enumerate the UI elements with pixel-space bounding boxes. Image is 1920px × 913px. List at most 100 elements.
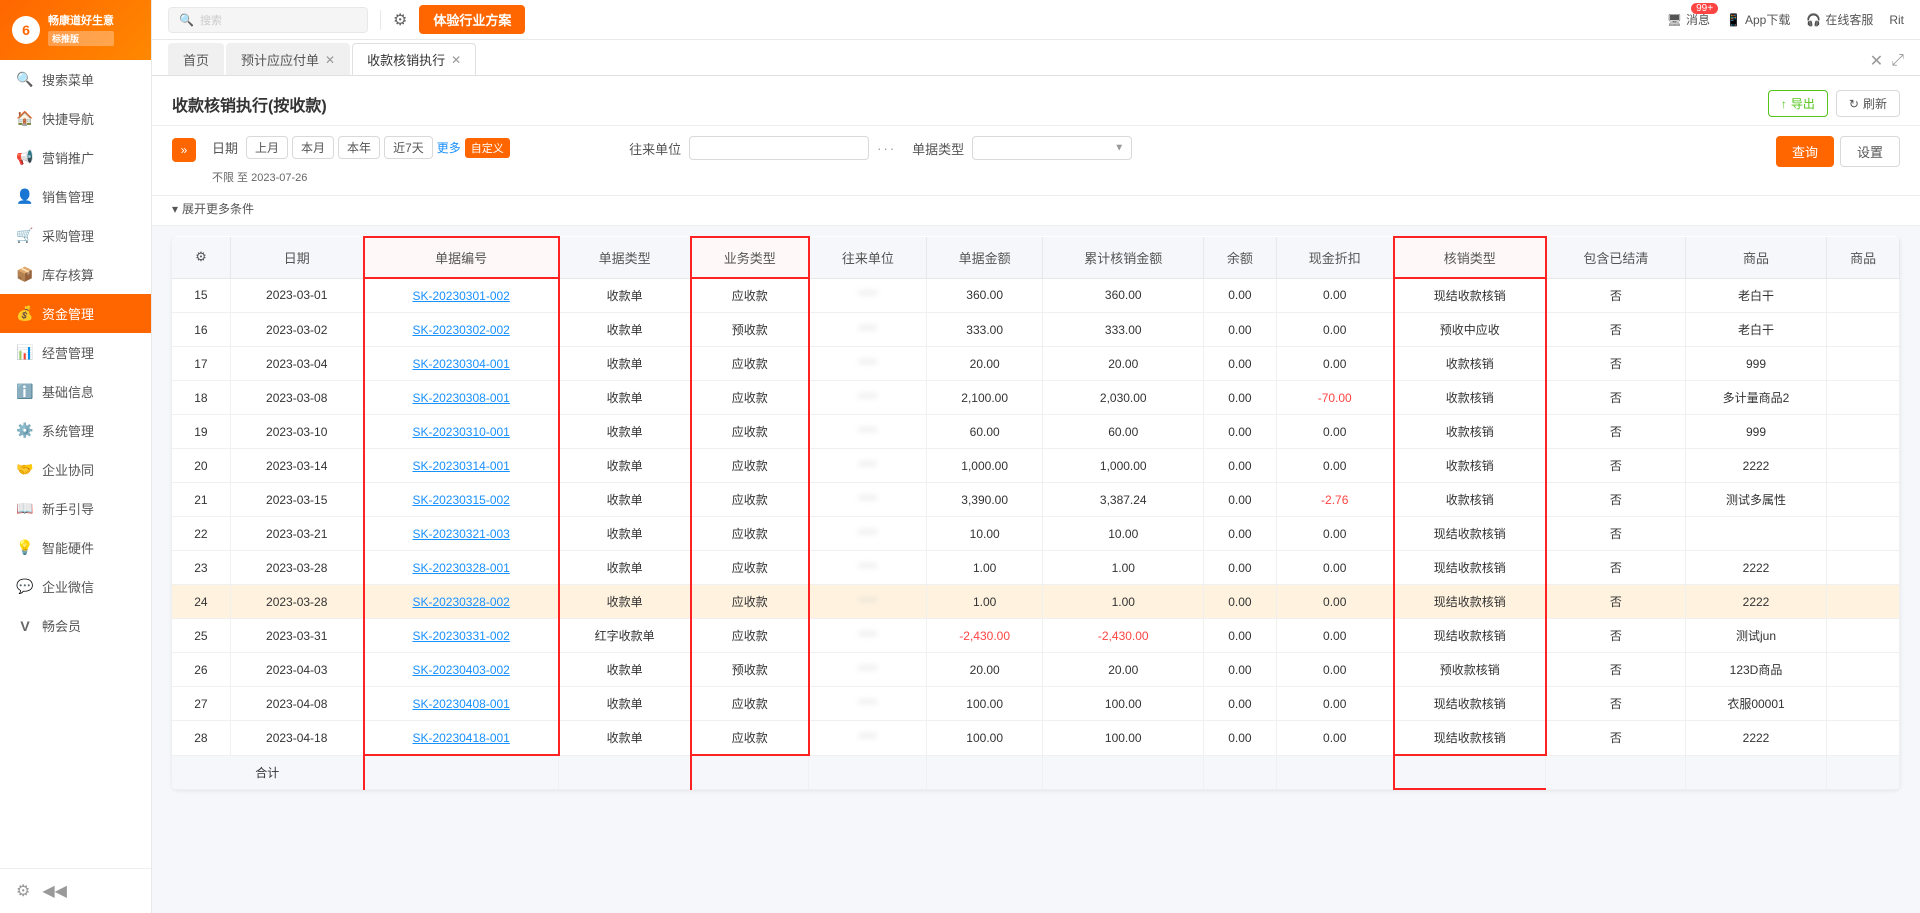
- collapse-icon[interactable]: ◀◀: [42, 881, 67, 901]
- cell-coretype: 现结收款核销: [1394, 619, 1546, 653]
- filter-partner-section: 往来单位 ···: [629, 136, 896, 160]
- cell-doctype: 收款单: [559, 278, 691, 313]
- solution-button[interactable]: 体验行业方案: [419, 5, 525, 34]
- cell-doctype: 收款单: [559, 415, 691, 449]
- cell-verified: 60.00: [1043, 415, 1204, 449]
- th-docno: 单据编号: [364, 237, 559, 278]
- sidebar-item-finance[interactable]: 💰 资金管理: [0, 294, 151, 333]
- sidebar-item-guide[interactable]: 📖 新手引导: [0, 489, 151, 528]
- docno-link[interactable]: SK-20230308-001: [412, 391, 509, 405]
- cell-balance: 0.00: [1204, 347, 1277, 381]
- app-icon: 📱: [1726, 13, 1741, 27]
- sidebar-item-sales[interactable]: 👤 销售管理: [0, 177, 151, 216]
- sidebar-item-basic[interactable]: ℹ️ 基础信息: [0, 372, 151, 411]
- settings-col-icon[interactable]: ⚙: [192, 248, 210, 266]
- export-button[interactable]: ↑ 导出: [1768, 90, 1828, 117]
- sidebar-item-weixin[interactable]: 💬 企业微信: [0, 567, 151, 606]
- docno-link[interactable]: SK-20230328-002: [412, 595, 509, 609]
- topbar-message[interactable]: 🖥 消息 99+: [1667, 11, 1710, 28]
- docno-link[interactable]: SK-20230310-001: [412, 425, 509, 439]
- sidebar-item-search[interactable]: 🔍 搜索菜单: [0, 60, 151, 99]
- query-button[interactable]: 查询: [1776, 136, 1834, 167]
- tab-close-all-icon[interactable]: ✕: [1870, 51, 1883, 71]
- topbar-search[interactable]: 🔍 搜索: [168, 7, 368, 33]
- tab-receipt-close[interactable]: ✕: [451, 53, 461, 67]
- docno-link[interactable]: SK-20230302-002: [412, 323, 509, 337]
- sidebar-item-purchase[interactable]: 🛒 采购管理: [0, 216, 151, 255]
- date-btn-this-month[interactable]: 本月: [292, 136, 334, 159]
- cell-date: 2023-04-03: [230, 653, 363, 687]
- th-goods2: 商品: [1827, 237, 1900, 278]
- tab-payable[interactable]: 预计应应付单 ✕: [226, 43, 350, 75]
- sidebar-item-inventory[interactable]: 📦 库存核算: [0, 255, 151, 294]
- tab-expand-icon[interactable]: ⤢: [1891, 52, 1904, 70]
- cell-amount: 20.00: [926, 653, 1043, 687]
- cell-docno: SK-20230331-002: [364, 619, 559, 653]
- settings-bottom-icon[interactable]: ⚙: [16, 881, 30, 901]
- filter-more-dots[interactable]: ···: [877, 141, 896, 156]
- cell-discount: 0.00: [1276, 517, 1393, 551]
- cell-discount: 0.00: [1276, 619, 1393, 653]
- page-actions: ↑ 导出 ↻ 刷新: [1768, 90, 1900, 117]
- cell-included: 否: [1546, 278, 1685, 313]
- cell-biztype: 应收款: [691, 347, 809, 381]
- cell-goods1: 2222: [1685, 449, 1826, 483]
- docno-link[interactable]: SK-20230408-001: [412, 697, 509, 711]
- sidebar-item-inventory-label: 库存核算: [42, 265, 94, 284]
- sidebar-item-enterprise[interactable]: 🤝 企业协同: [0, 450, 151, 489]
- partner-input[interactable]: [689, 136, 869, 160]
- expand-more-button[interactable]: ▾ 展开更多条件: [172, 200, 254, 217]
- filter-settings-button[interactable]: 设置: [1840, 136, 1900, 167]
- tab-home[interactable]: 首页: [168, 43, 224, 75]
- docno-link[interactable]: SK-20230315-002: [412, 493, 509, 507]
- topbar-gear-icon[interactable]: ⚙: [393, 10, 407, 30]
- table-row: 20 2023-03-14 SK-20230314-001 收款单 应收款 **…: [172, 449, 1900, 483]
- cell-goods1: 老白干: [1685, 313, 1826, 347]
- tab-payable-close[interactable]: ✕: [325, 53, 335, 67]
- member-icon: V: [16, 617, 34, 635]
- docno-link[interactable]: SK-20230418-001: [412, 731, 509, 745]
- doctype-select[interactable]: [972, 136, 1132, 160]
- refresh-button[interactable]: ↻ 刷新: [1836, 90, 1900, 117]
- sidebar-logo: 6 畅康道好生意 标推版: [0, 0, 151, 60]
- sidebar-item-operations[interactable]: 📊 经营管理: [0, 333, 151, 372]
- sidebar-item-sales-label: 销售管理: [42, 187, 94, 206]
- cell-biztype: 应收款: [691, 551, 809, 585]
- date-custom-btn[interactable]: 自定义: [465, 138, 510, 158]
- cell-docno: SK-20230310-001: [364, 415, 559, 449]
- cell-amount: 3,390.00: [926, 483, 1043, 517]
- topbar-online-service[interactable]: 🎧 在线客服: [1806, 11, 1873, 28]
- docno-link[interactable]: SK-20230314-001: [412, 459, 509, 473]
- docno-link[interactable]: SK-20230328-001: [412, 561, 509, 575]
- megaphone-icon: 📢: [16, 149, 34, 167]
- date-more-link[interactable]: 更多: [437, 139, 461, 156]
- docno-link[interactable]: SK-20230304-001: [412, 357, 509, 371]
- docno-link[interactable]: SK-20230301-002: [412, 289, 509, 303]
- th-settings[interactable]: ⚙: [172, 237, 230, 278]
- cell-goods2: [1827, 483, 1900, 517]
- date-btn-7days[interactable]: 近7天: [384, 136, 433, 159]
- tab-receipt[interactable]: 收款核销执行 ✕: [352, 43, 476, 75]
- sidebar-item-member[interactable]: V 畅会员: [0, 606, 151, 645]
- sidebar-item-system[interactable]: ⚙️ 系统管理: [0, 411, 151, 450]
- topbar-user[interactable]: Rit: [1889, 13, 1904, 27]
- cell-coretype: 收款核销: [1394, 449, 1546, 483]
- th-verified: 累计核销金额: [1043, 237, 1204, 278]
- sidebar-item-hardware[interactable]: 💡 智能硬件: [0, 528, 151, 567]
- cell-amount: 2,100.00: [926, 381, 1043, 415]
- cell-goods1: [1685, 517, 1826, 551]
- cell-balance: 0.00: [1204, 517, 1277, 551]
- filter-expand-button[interactable]: »: [172, 138, 196, 162]
- docno-link[interactable]: SK-20230403-002: [412, 663, 509, 677]
- cell-included: 否: [1546, 619, 1685, 653]
- cell-biztype: 应收款: [691, 449, 809, 483]
- topbar-app-download[interactable]: 📱 App下载: [1726, 11, 1790, 28]
- sidebar-item-quicknav[interactable]: 🏠 快捷导航: [0, 99, 151, 138]
- cell-docno: SK-20230328-002: [364, 585, 559, 619]
- sidebar-item-marketing[interactable]: 📢 营销推广: [0, 138, 151, 177]
- docno-link[interactable]: SK-20230331-002: [412, 629, 509, 643]
- docno-link[interactable]: SK-20230321-003: [412, 527, 509, 541]
- cell-partner: ****: [809, 653, 926, 687]
- date-btn-last-month[interactable]: 上月: [246, 136, 288, 159]
- date-btn-this-year[interactable]: 本年: [338, 136, 380, 159]
